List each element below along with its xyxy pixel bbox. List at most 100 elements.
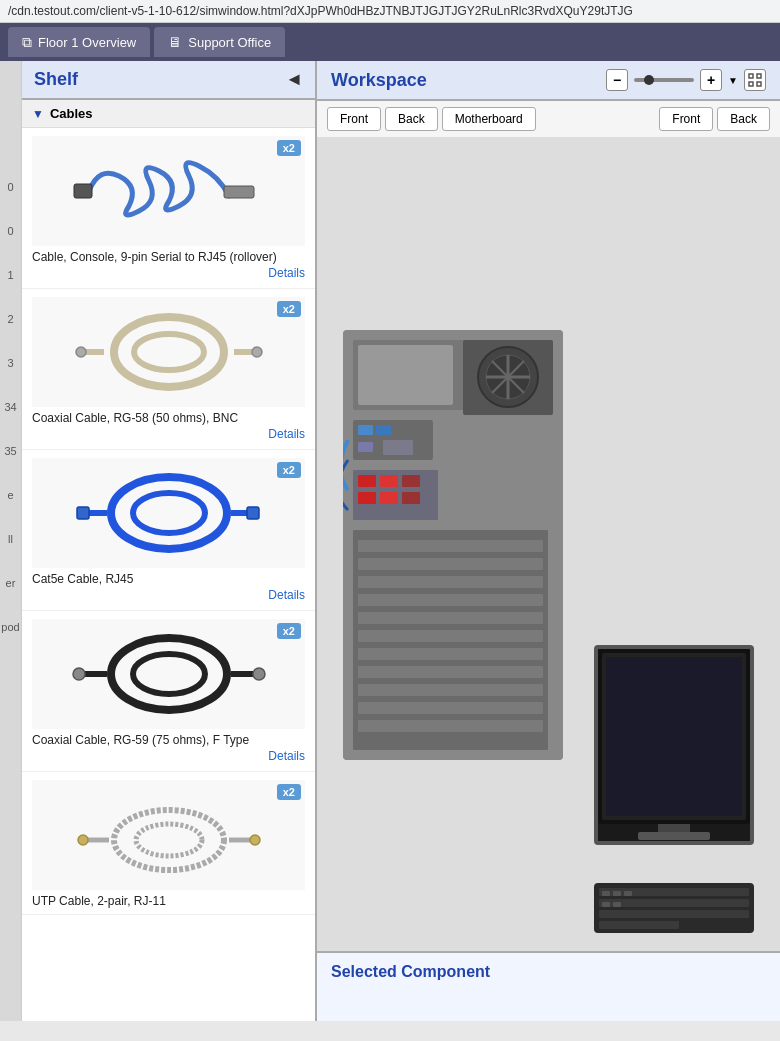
keyboard-wrapper — [594, 883, 754, 941]
cable-item-3: x2 Cat5e Cable, RJ45 Details — [22, 450, 315, 611]
utp-cable-image — [69, 790, 269, 880]
svg-point-19 — [253, 668, 265, 680]
svg-rect-50 — [380, 492, 398, 504]
address-bar: /cdn.testout.com/client-v5-1-10-612/simw… — [0, 0, 780, 23]
view-buttons-row: Front Back Motherboard Front Back — [317, 101, 780, 138]
svg-rect-42 — [376, 425, 391, 435]
fullscreen-icon — [748, 73, 762, 87]
zoom-slider-thumb[interactable] — [644, 75, 654, 85]
selected-component-title: Selected Component — [331, 963, 766, 981]
svg-rect-68 — [638, 832, 710, 840]
category-expand-icon: ▼ — [32, 107, 44, 121]
tab-floor1-label: Floor 1 Overview — [38, 35, 136, 50]
svg-rect-43 — [358, 442, 373, 452]
zoom-out-button[interactable]: − — [606, 69, 628, 91]
zoom-in-button[interactable]: + — [700, 69, 722, 91]
cable-name-3: Cat5e Cable, RJ45 — [32, 572, 305, 586]
svg-rect-70 — [599, 888, 749, 896]
cables-category-label: Cables — [50, 106, 93, 121]
svg-point-20 — [114, 810, 224, 870]
pc-monitor — [594, 645, 754, 845]
svg-rect-46 — [358, 475, 376, 487]
front-button-right[interactable]: Front — [659, 107, 713, 131]
numbers-bar: 0 0 1 2 3 34 35 e ll er pod — [0, 61, 22, 1021]
svg-rect-29 — [757, 82, 761, 86]
svg-rect-41 — [358, 425, 373, 435]
shelf-content[interactable]: ▼ Cables x2 Cable, Console, 9-pin Serial… — [22, 100, 315, 1021]
svg-rect-60 — [358, 666, 543, 678]
motherboard-button[interactable]: Motherboard — [442, 107, 536, 131]
svg-point-7 — [252, 347, 262, 357]
pc-area-container: Selected Component — [317, 138, 780, 1021]
svg-rect-54 — [358, 558, 543, 570]
monitor-image — [598, 649, 750, 841]
front-button-left[interactable]: Front — [327, 107, 381, 131]
shelf-header: Shelf ◄ — [22, 61, 315, 100]
cable-details-link-2[interactable]: Details — [32, 427, 305, 441]
tab-floor1[interactable]: ⧉ Floor 1 Overview — [8, 27, 150, 57]
svg-rect-49 — [358, 492, 376, 504]
svg-point-21 — [136, 824, 202, 856]
shelf-title: Shelf — [34, 69, 78, 90]
svg-point-14 — [111, 638, 227, 710]
pc-tower-image — [343, 330, 563, 760]
keyboard-image — [594, 883, 754, 938]
main-container: 0 0 1 2 3 34 35 e ll er pod Shelf ◄ ▼ Ca… — [0, 61, 780, 1021]
tab-support-label: Support Office — [188, 35, 271, 50]
svg-point-15 — [133, 654, 205, 694]
svg-rect-63 — [358, 720, 543, 732]
quantity-badge-4: x2 — [277, 623, 301, 639]
console-cable-image — [69, 146, 269, 236]
cable-details-link-3[interactable]: Details — [32, 588, 305, 602]
svg-rect-53 — [358, 540, 543, 552]
tab-bar: ⧉ Floor 1 Overview 🖥 Support Office — [0, 23, 780, 61]
cable-img-2: x2 — [32, 297, 305, 407]
cable-name-1: Cable, Console, 9-pin Serial to RJ45 (ro… — [32, 250, 305, 264]
left-view-group: Front Back Motherboard — [327, 107, 536, 131]
svg-rect-58 — [358, 630, 543, 642]
back-button-right[interactable]: Back — [717, 107, 770, 131]
cable-item-5: x2 UTP Cable, 2-pair, RJ-11 — [22, 772, 315, 915]
fullscreen-button[interactable] — [744, 69, 766, 91]
workspace-title: Workspace — [331, 70, 427, 91]
svg-point-23 — [78, 835, 88, 845]
svg-point-17 — [73, 668, 85, 680]
svg-point-25 — [250, 835, 260, 845]
cable-details-link-4[interactable]: Details — [32, 749, 305, 763]
cables-category-header[interactable]: ▼ Cables — [22, 100, 315, 128]
back-button-left[interactable]: Back — [385, 107, 438, 131]
workspace-controls: − + ▼ — [606, 69, 766, 91]
svg-rect-72 — [599, 910, 749, 918]
svg-point-9 — [133, 493, 205, 533]
cable-item-4: x2 Coaxial Cable, RG-59 (75 ohms), F Typ… — [22, 611, 315, 772]
svg-rect-77 — [602, 902, 610, 907]
svg-rect-32 — [358, 345, 453, 405]
selected-component-section: Selected Component — [317, 951, 780, 1021]
zoom-dropdown-arrow[interactable]: ▼ — [728, 75, 738, 86]
zoom-slider[interactable] — [634, 78, 694, 82]
svg-rect-51 — [402, 492, 420, 504]
svg-rect-48 — [402, 475, 420, 487]
cable-name-4: Coaxial Cable, RG-59 (75 ohms), F Type — [32, 733, 305, 747]
workspace-inner: Selected Component — [317, 138, 780, 1021]
svg-rect-1 — [224, 186, 254, 198]
cable-name-5: UTP Cable, 2-pair, RJ-11 — [32, 894, 305, 908]
svg-rect-71 — [599, 899, 749, 907]
tab-support[interactable]: 🖥 Support Office — [154, 27, 285, 57]
svg-rect-56 — [358, 594, 543, 606]
cable-details-link-1[interactable]: Details — [32, 266, 305, 280]
coaxial-rg59-image — [69, 629, 269, 719]
cable-img-4: x2 — [32, 619, 305, 729]
workspace-header: Workspace − + ▼ — [317, 61, 780, 101]
quantity-badge-2: x2 — [277, 301, 301, 317]
pc-area — [317, 138, 780, 951]
shelf-collapse-arrow[interactable]: ◄ — [285, 69, 303, 90]
svg-point-8 — [111, 477, 227, 549]
shelf-panel: Shelf ◄ ▼ Cables x2 — [22, 61, 317, 1021]
svg-rect-13 — [247, 507, 259, 519]
svg-rect-26 — [749, 74, 753, 78]
workspace-panel: Workspace − + ▼ — [317, 61, 780, 1021]
url-text: /cdn.testout.com/client-v5-1-10-612/simw… — [8, 4, 633, 18]
monitor-stand-group — [594, 645, 754, 941]
svg-rect-62 — [358, 702, 543, 714]
